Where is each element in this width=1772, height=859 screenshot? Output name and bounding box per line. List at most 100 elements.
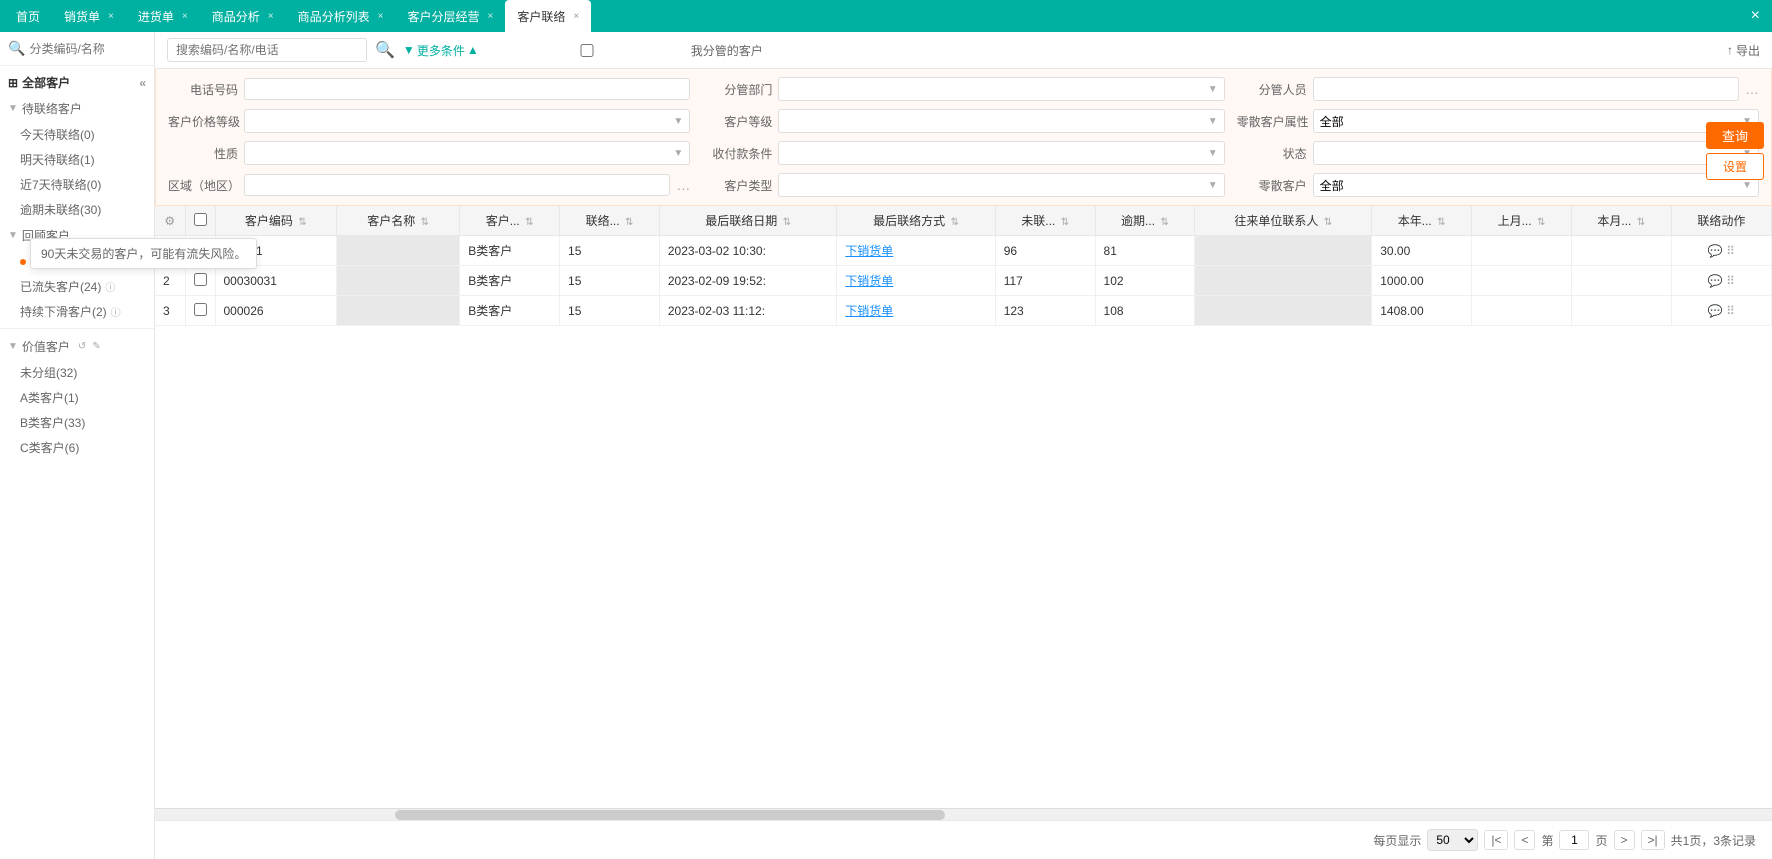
sidebar-item-churn-warning[interactable]: 流失预警客户(3) ⚠ [0,249,154,274]
horizontal-scrollbar[interactable] [155,808,1772,820]
customer-type-select[interactable]: ▼ [778,173,1224,197]
customer-level-select[interactable]: ▼ [778,109,1224,133]
cell-checkbox-2[interactable] [185,296,215,326]
area-more-dots[interactable]: … [676,177,690,193]
sidebar-item-c-class[interactable]: C类客户(6) [0,435,154,460]
first-page-button[interactable]: |< [1484,830,1508,850]
sidebar-group-value[interactable]: ▼ 价值客户 ↺ ✎ [0,333,154,360]
search-input[interactable] [167,38,367,62]
sidebar-all-customers[interactable]: ⊞ 全部客户 « [0,66,154,95]
more-conditions-button[interactable]: ▼ 更多条件 ▲ [403,42,479,59]
phone-input[interactable] [244,78,690,100]
last-method-link-2[interactable]: 下销货单 [845,304,893,318]
action-more-icon-0[interactable]: ⠿ [1726,244,1735,258]
window-close-button[interactable]: × [1751,7,1768,25]
cell-action-2[interactable]: 💬 ⠿ [1671,296,1771,326]
sidebar-item-a-class[interactable]: A类客户(1) [0,385,154,410]
tab-product-list[interactable]: 商品分析列表 × [286,0,396,32]
col-this-month[interactable]: 本月... ⇅ [1571,206,1671,236]
area-input[interactable] [244,174,670,196]
person-more-dots[interactable]: … [1745,81,1759,97]
sidebar-item-ungrouped[interactable]: 未分组(32) [0,360,154,385]
price-level-select[interactable]: ▼ [244,109,690,133]
export-button[interactable]: ↑ 导出 [1727,42,1760,59]
col-contact-action[interactable]: 联络动作 [1671,206,1771,236]
per-page-select[interactable]: 50 100 200 [1427,829,1478,851]
tab-purchase[interactable]: 进货单 × [126,0,200,32]
row-checkbox-1[interactable] [194,273,207,286]
col-last-method[interactable]: 最后联络方式 ⇅ [837,206,995,236]
sidebar-item-7days[interactable]: 近7天待联络(0) [0,172,154,197]
query-button[interactable]: 查询 [1706,122,1764,149]
action-chat-icon-2[interactable]: 💬 [1708,304,1723,318]
page-number-input[interactable] [1559,830,1589,850]
sidebar-item-b-class[interactable]: B类客户(33) [0,410,154,435]
tab-product-analysis-close[interactable]: × [268,11,274,22]
sidebar-item-overdue[interactable]: 逾期未联络(30) [0,197,154,222]
action-more-icon-2[interactable]: ⠿ [1726,304,1735,318]
col-customer-code[interactable]: 客户编码 ⇅ [215,206,336,236]
cell-checkbox-1[interactable] [185,266,215,296]
sidebar-search-input[interactable] [29,42,155,56]
refresh-icon[interactable]: ↺ [78,341,86,352]
col-customer-name[interactable]: 客户名称 ⇅ [336,206,459,236]
zero-customer-select[interactable]: 全部 ▼ [1313,173,1759,197]
my-customers-checkbox-label[interactable]: 我分管的客户 [487,42,763,59]
col-partner-contact[interactable]: 往来单位联系人 ⇅ [1195,206,1372,236]
person-select[interactable] [1313,77,1739,101]
col-gear[interactable]: ⚙ [155,206,185,236]
action-chat-icon-0[interactable]: 💬 [1708,244,1723,258]
sidebar-group-pending[interactable]: ▼ 待联络客户 [0,95,154,122]
tab-sales[interactable]: 销货单 × [52,0,126,32]
tab-customer-layer-close[interactable]: × [487,11,493,22]
next-page-button[interactable]: > [1614,830,1635,850]
cell-checkbox-0[interactable] [185,236,215,266]
col-overdue[interactable]: 逾期... ⇅ [1095,206,1195,236]
col-last-date[interactable]: 最后联络日期 ⇅ [659,206,836,236]
tab-customer-contact[interactable]: 客户联络 × [505,0,591,32]
tab-customer-contact-close[interactable]: × [573,11,579,22]
tab-sales-close[interactable]: × [108,11,114,22]
cell-last-method-2[interactable]: 下销货单 [837,296,995,326]
prev-page-button[interactable]: < [1514,830,1535,850]
settings-button[interactable]: 设置 [1706,153,1764,180]
payment-select[interactable]: ▼ [778,141,1224,165]
gear-icon[interactable]: ⚙ [164,214,175,228]
filter-search-button[interactable]: 🔍 [375,40,395,60]
tab-purchase-close[interactable]: × [182,11,188,22]
cell-action-0[interactable]: 💬 ⠿ [1671,236,1771,266]
status-select[interactable]: ▼ [1313,141,1759,165]
tab-home[interactable]: 首页 [4,0,52,32]
action-chat-icon-1[interactable]: 💬 [1708,274,1723,288]
col-this-year[interactable]: 本年... ⇅ [1372,206,1472,236]
last-page-button[interactable]: >| [1641,830,1665,850]
sidebar-item-churned[interactable]: 已流失客户(24) ⓘ [0,274,154,299]
sidebar-group-review[interactable]: ▼ 回顾客户 [0,222,154,249]
action-more-icon-1[interactable]: ⠿ [1726,274,1735,288]
sidebar-collapse-btn[interactable]: « [139,76,146,90]
tab-customer-layer[interactable]: 客户分层经营 × [395,0,505,32]
sidebar-item-declining[interactable]: 持续下滑客户(2) ⓘ [0,299,154,324]
nature-select[interactable]: ▼ [244,141,690,165]
col-customer-type[interactable]: 客户... ⇅ [460,206,560,236]
cell-last-method-0[interactable]: 下销货单 [837,236,995,266]
tab-product-list-close[interactable]: × [378,11,384,22]
cell-action-1[interactable]: 💬 ⠿ [1671,266,1771,296]
sidebar-item-tomorrow[interactable]: 明天待联络(1) [0,147,154,172]
select-all-checkbox[interactable] [194,213,207,226]
col-checkbox-header[interactable] [185,206,215,236]
my-customers-checkbox[interactable] [487,44,687,57]
col-last-month[interactable]: 上月... ⇅ [1472,206,1572,236]
sidebar-item-today[interactable]: 今天待联络(0) [0,122,154,147]
row-checkbox-2[interactable] [194,303,207,316]
col-no-contact[interactable]: 未联... ⇅ [995,206,1095,236]
cell-last-method-1[interactable]: 下销货单 [837,266,995,296]
col-contact[interactable]: 联络... ⇅ [560,206,660,236]
zero-attr-select[interactable]: 全部 ▼ [1313,109,1759,133]
tab-product-analysis[interactable]: 商品分析 × [200,0,286,32]
last-method-link-0[interactable]: 下销货单 [845,244,893,258]
dept-select[interactable]: ▼ [778,77,1224,101]
edit-icon[interactable]: ✎ [92,341,100,352]
scrollbar-thumb[interactable] [395,810,945,820]
last-method-link-1[interactable]: 下销货单 [845,274,893,288]
